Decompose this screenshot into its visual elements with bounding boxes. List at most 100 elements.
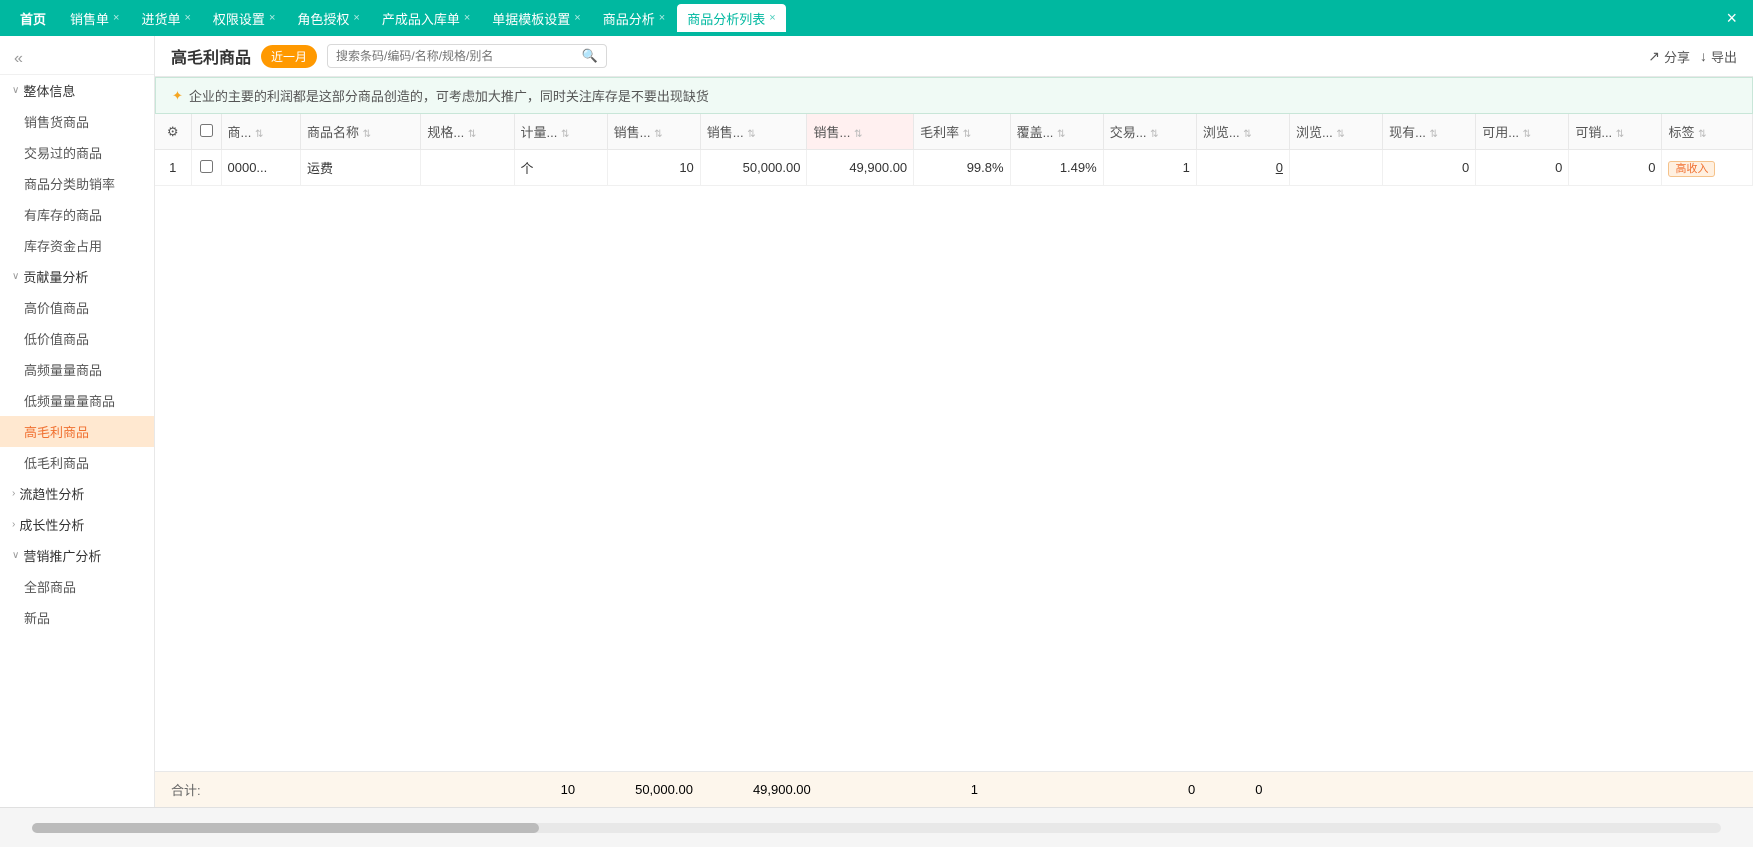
table-container[interactable]: ⚙ 商... ⇅ 商品名称 ⇅ 规格... ⇅ <box>155 114 1753 771</box>
export-button[interactable]: ↓ 导出 <box>1700 47 1737 66</box>
sidebar-item-high-profit[interactable]: 高毛利商品 <box>0 416 154 447</box>
horizontal-scrollbar[interactable] <box>32 823 1721 833</box>
expand-arrow-growth: › <box>12 519 15 530</box>
nav-tab-finished[interactable]: 产成品入库单 × <box>372 4 480 32</box>
cell-sales-profit: 49,900.00 <box>807 150 914 186</box>
col-code[interactable]: 商... ⇅ <box>221 114 300 150</box>
col-gross-margin[interactable]: 毛利率 ⇅ <box>914 114 1010 150</box>
footer-sellable: 0 <box>1255 782 1262 797</box>
col-browse2[interactable]: 浏览... ⇅ <box>1289 114 1382 150</box>
cell-coverage: 1.49% <box>1010 150 1103 186</box>
col-unit[interactable]: 计量... ⇅ <box>514 114 607 150</box>
nav-tab-permission-label: 权限设置 <box>213 9 265 28</box>
scrollbar-thumb[interactable] <box>32 823 539 833</box>
nav-tab-role[interactable]: 角色授权 × <box>287 4 369 32</box>
sidebar-item-low-value[interactable]: 低价值商品 <box>0 323 154 354</box>
col-tag[interactable]: 标签 ⇅ <box>1662 114 1753 150</box>
share-button[interactable]: ↗ 分享 <box>1648 47 1690 66</box>
col-sales-qty[interactable]: 销售... ⇅ <box>607 114 700 150</box>
sidebar-item-sales-goods[interactable]: 销售货商品 <box>0 106 154 137</box>
sidebar-collapse-button[interactable]: « <box>8 48 29 70</box>
window-close-button[interactable]: × <box>1718 8 1745 28</box>
sidebar-item-all-goods[interactable]: 全部商品 <box>0 571 154 602</box>
nav-tab-analysis-list-label: 商品分析列表 <box>687 9 765 28</box>
nav-tab-sales[interactable]: 销售单 × <box>60 4 129 32</box>
sidebar-item-low-profit[interactable]: 低毛利商品 <box>0 447 154 478</box>
sidebar-item-new-goods[interactable]: 新品 <box>0 602 154 633</box>
main-layout: « ∨ 整体信息 销售货商品 交易过的商品 商品分类助销率 有库存的商品 库存资… <box>0 36 1753 807</box>
data-table: ⚙ 商... ⇅ 商品名称 ⇅ 规格... ⇅ <box>155 114 1753 186</box>
nav-tab-analysis-list[interactable]: 商品分析列表 × <box>677 4 785 32</box>
collapse-arrow-overall: ∨ <box>12 85 19 96</box>
cell-checkbox[interactable] <box>191 150 221 186</box>
nav-tab-analysis-close[interactable]: × <box>659 12 665 24</box>
page-title: 高毛利商品 <box>171 44 251 68</box>
nav-tab-sales-close[interactable]: × <box>113 12 119 24</box>
collapse-arrow-marketing: ∨ <box>12 550 19 561</box>
nav-tab-home[interactable]: 首页 <box>8 4 58 32</box>
search-input[interactable] <box>336 49 576 63</box>
collapse-arrow-wealth: ∨ <box>12 271 19 282</box>
footer-transaction: 1 <box>971 782 978 797</box>
col-available[interactable]: 可用... ⇅ <box>1476 114 1569 150</box>
cell-code: 0000... <box>221 150 300 186</box>
notice-icon: ✦ <box>172 88 183 104</box>
sidebar-section-marketing[interactable]: ∨ 营销推广分析 <box>0 540 154 571</box>
top-nav: 首页 销售单 × 进货单 × 权限设置 × 角色授权 × 产成品入库单 × 单据… <box>0 0 1753 36</box>
nav-tab-finished-close[interactable]: × <box>464 12 470 24</box>
notice-text: 企业的主要的利润都是这部分商品创造的，可考虑加大推广，同时关注库存是不要出现缺货 <box>189 86 709 105</box>
col-sales-profit[interactable]: 销售... ⇅ <box>807 114 914 150</box>
sidebar-section-wealth-label: 贡献量分析 <box>23 267 88 286</box>
cell-tag: 高收入 <box>1662 150 1753 186</box>
nav-tab-analysis-list-close[interactable]: × <box>769 12 775 24</box>
nav-tab-permission[interactable]: 权限设置 × <box>203 4 285 32</box>
sidebar-section-overall[interactable]: ∨ 整体信息 <box>0 75 154 106</box>
col-spec[interactable]: 规格... ⇅ <box>421 114 514 150</box>
cell-sales-qty: 10 <box>607 150 700 186</box>
footer-label: 合计: <box>171 780 201 799</box>
col-browse1[interactable]: 浏览... ⇅ <box>1196 114 1289 150</box>
nav-tab-permission-close[interactable]: × <box>269 12 275 24</box>
sidebar-section-trend-label: 流趋性分析 <box>19 484 84 503</box>
nav-tab-sales-label: 销售单 <box>70 9 109 28</box>
gear-icon[interactable]: ⚙ <box>167 124 179 139</box>
cell-sales-amount: 50,000.00 <box>700 150 807 186</box>
sidebar-item-low-freq[interactable]: 低频量量量商品 <box>0 385 154 416</box>
col-current[interactable]: 现有... ⇅ <box>1383 114 1476 150</box>
sidebar-section-growth[interactable]: › 成长性分析 <box>0 509 154 540</box>
header-actions: ↗ 分享 ↓ 导出 <box>1648 47 1737 66</box>
select-all-checkbox[interactable] <box>200 124 213 137</box>
content-header: 高毛利商品 近一月 🔍 ↗ 分享 ↓ 导出 <box>155 36 1753 77</box>
sidebar-item-goods-contrib[interactable]: 商品分类助销率 <box>0 168 154 199</box>
nav-tab-template-close[interactable]: × <box>574 12 580 24</box>
share-label: 分享 <box>1664 47 1690 66</box>
footer-sales-profit: 49,900.00 <box>753 782 811 797</box>
nav-tab-purchase[interactable]: 进货单 × <box>131 4 200 32</box>
nav-tab-template-label: 单据模板设置 <box>492 9 570 28</box>
sidebar-item-inventory-goods[interactable]: 有库存的商品 <box>0 199 154 230</box>
sidebar-item-high-value[interactable]: 高价值商品 <box>0 292 154 323</box>
nav-tab-purchase-close[interactable]: × <box>184 12 190 24</box>
nav-tab-analysis[interactable]: 商品分析 × <box>593 4 675 32</box>
cell-unit: 个 <box>514 150 607 186</box>
col-sellable[interactable]: 可销... ⇅ <box>1569 114 1662 150</box>
nav-tab-role-close[interactable]: × <box>353 12 359 24</box>
sidebar-section-trend[interactable]: › 流趋性分析 <box>0 478 154 509</box>
col-transaction[interactable]: 交易... ⇅ <box>1103 114 1196 150</box>
nav-tab-template[interactable]: 单据模板设置 × <box>482 4 590 32</box>
sidebar-item-traded-goods[interactable]: 交易过的商品 <box>0 137 154 168</box>
sidebar-item-inventory-capital[interactable]: 库存资金占用 <box>0 230 154 261</box>
footer-sales-amount: 50,000.00 <box>635 782 693 797</box>
export-icon: ↓ <box>1700 48 1707 64</box>
nav-tab-analysis-label: 商品分析 <box>603 9 655 28</box>
sidebar-item-high-freq[interactable]: 高频量量商品 <box>0 354 154 385</box>
search-icon[interactable]: 🔍 <box>582 48 598 64</box>
cell-browse1[interactable]: 0 <box>1196 150 1289 186</box>
filter-period-button[interactable]: 近一月 <box>261 45 317 68</box>
col-name[interactable]: 商品名称 ⇅ <box>300 114 420 150</box>
col-coverage[interactable]: 覆盖... ⇅ <box>1010 114 1103 150</box>
sidebar-section-wealth[interactable]: ∨ 贡献量分析 <box>0 261 154 292</box>
col-sales-amount[interactable]: 销售... ⇅ <box>700 114 807 150</box>
cell-browse2 <box>1289 150 1382 186</box>
nav-tab-role-label: 角色授权 <box>297 9 349 28</box>
